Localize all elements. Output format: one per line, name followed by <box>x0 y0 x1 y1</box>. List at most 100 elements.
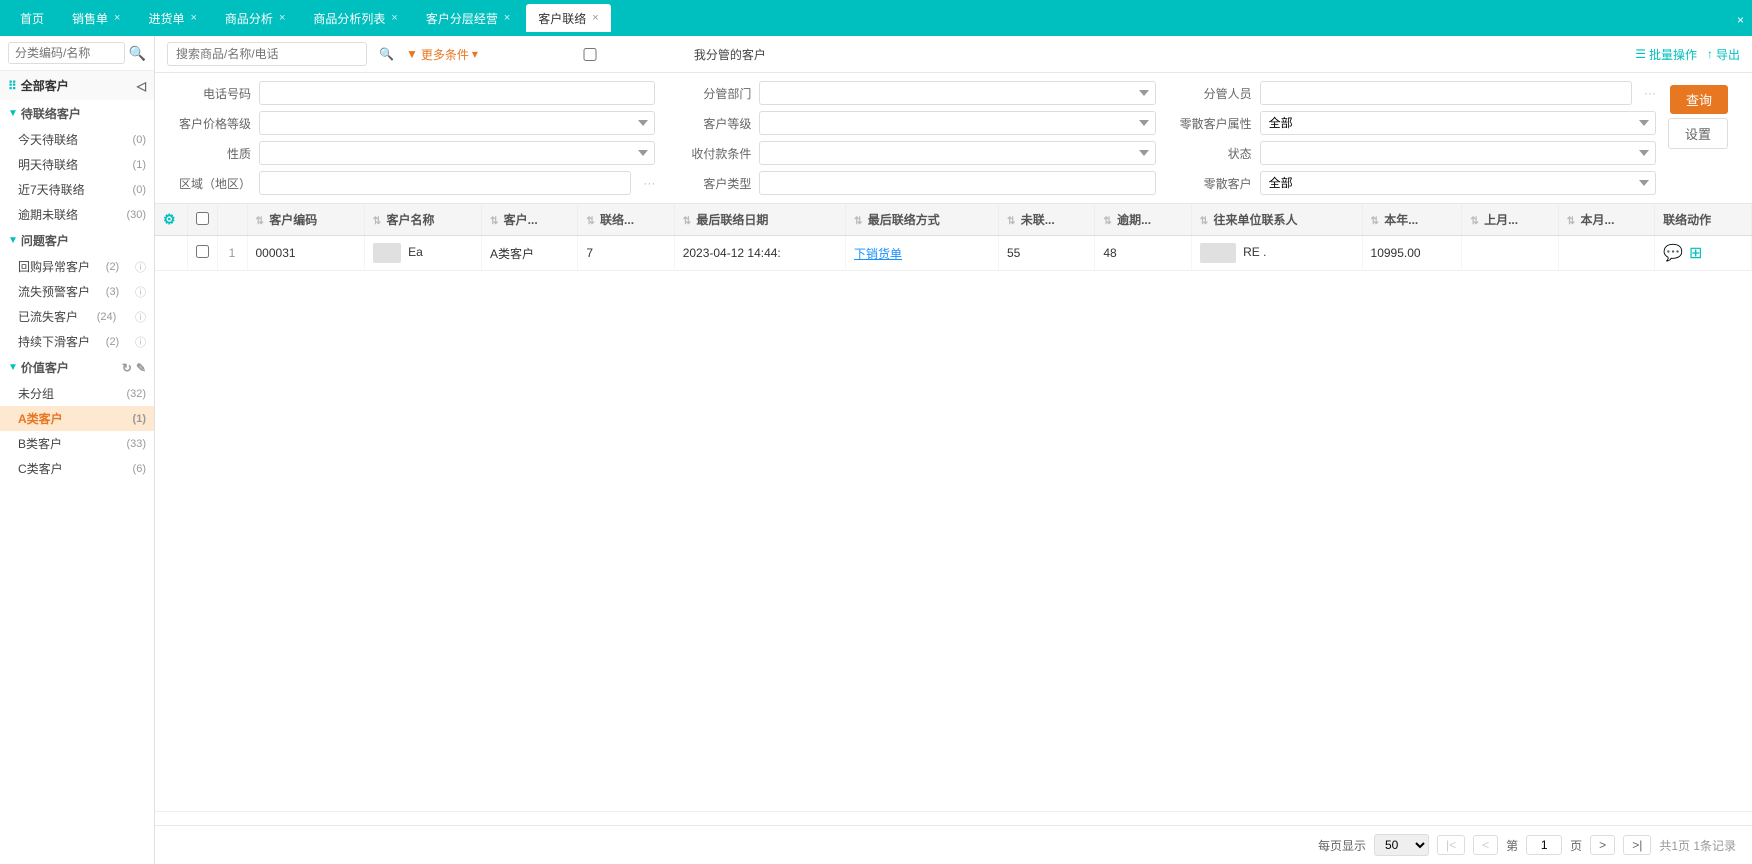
info-icon-lost[interactable]: ⓘ <box>135 309 146 325</box>
sidebar-item-c-class-label: C类客户 <box>18 460 63 477</box>
th-overdue-label: 逾期... <box>1117 213 1151 227</box>
filter-input-region[interactable] <box>259 171 631 195</box>
last-page-button[interactable]: >| <box>1623 835 1651 855</box>
sidebar-search-icon[interactable]: 🔍 <box>129 45 146 62</box>
row-name: Ea <box>408 245 423 259</box>
sidebar-item-lost[interactable]: 已流失客户 (24) ⓘ <box>0 304 154 329</box>
first-page-button[interactable]: |< <box>1437 835 1465 855</box>
h-scroll-bar[interactable] <box>155 811 1752 825</box>
sidebar-search-input[interactable] <box>8 42 125 64</box>
tab-sales-close[interactable]: × <box>114 12 120 24</box>
sidebar-item-abnormal[interactable]: 回购异常客户 (2) ⓘ <box>0 254 154 279</box>
filter-select-department[interactable] <box>759 81 1155 105</box>
info-icon-abnormal[interactable]: ⓘ <box>135 259 146 275</box>
filter-label-retail-attr: 零散客户属性 <box>1172 115 1252 132</box>
filter-select-price-level[interactable] <box>259 111 655 135</box>
sidebar-item-ungrouped[interactable]: 未分组 (32) <box>0 381 154 406</box>
th-unit-contact-label: 往来单位联系人 <box>1213 213 1297 227</box>
region-dots-icon[interactable]: ··· <box>643 176 655 190</box>
my-customers-checkbox[interactable] <box>490 48 690 61</box>
row-this-month-cell <box>1558 236 1654 271</box>
tab-goods-list[interactable]: 商品分析列表 × <box>301 4 409 32</box>
sidebar-item-a-class[interactable]: A类客户 (1) <box>0 406 154 431</box>
more-conditions-button[interactable]: ▼ 更多条件 ▾ <box>406 46 478 63</box>
row-checkbox[interactable] <box>196 245 209 258</box>
tab-goods-analysis[interactable]: 商品分析 × <box>213 4 297 32</box>
filter-bar: 🔍 ▼ 更多条件 ▾ 我分管的客户 ☰ 批量操作 ↑ <box>155 36 1752 73</box>
tab-purchase[interactable]: 进货单 × <box>136 4 208 32</box>
close-all-button[interactable]: × <box>1737 8 1744 29</box>
chat-icon[interactable]: 💬 <box>1663 243 1683 263</box>
filter-select-customer-level[interactable] <box>759 111 1155 135</box>
row-contact-cell: 7 <box>578 236 674 271</box>
info-icon-warning[interactable]: ⓘ <box>135 284 146 300</box>
close-all-icon: × <box>1737 13 1744 27</box>
sort-icon9: ⇅ <box>1200 216 1208 227</box>
filter-label-price-level: 客户价格等级 <box>171 115 251 132</box>
row-num-cell: 1 <box>217 236 247 271</box>
tab-goods-list-close[interactable]: × <box>391 12 397 24</box>
sidebar-item-overdue[interactable]: 逾期未联络 (30) <box>0 202 154 227</box>
prev-page-button[interactable]: < <box>1473 835 1498 855</box>
filter-select-retail-attr[interactable]: 全部 <box>1260 111 1656 135</box>
tab-purchase-close[interactable]: × <box>190 12 196 24</box>
table-scroll-wrapper: ⚙ ⇅ 客户编码 ⇅ 客户名 <box>155 204 1752 811</box>
all-customers-header[interactable]: ⠿ 全部客户 ◁ <box>0 71 154 100</box>
filter-select-nature[interactable] <box>259 141 655 165</box>
batch-operation-button[interactable]: ☰ 批量操作 <box>1635 46 1697 63</box>
filter-select-retail-customer[interactable]: 全部 <box>1260 171 1656 195</box>
collapse-icon[interactable]: ◁ <box>137 79 146 93</box>
row-name-cell: Ea <box>364 236 481 271</box>
page-number-input[interactable] <box>1526 835 1562 855</box>
filter-input-person[interactable] <box>1260 81 1632 105</box>
group-value-customer[interactable]: ▼ 价值客户 ↻ ✎ <box>0 354 154 381</box>
tab-customer-segment[interactable]: 客户分层经营 × <box>414 4 522 32</box>
row-last-method[interactable]: 下销货单 <box>854 247 902 261</box>
grid-action-icon[interactable]: ⊞ <box>1689 243 1702 263</box>
export-button[interactable]: ↑ 导出 <box>1707 46 1740 63</box>
filter-select-status[interactable] <box>1260 141 1656 165</box>
sidebar-item-c-class[interactable]: C类客户 (6) <box>0 456 154 481</box>
sidebar-item-week[interactable]: 近7天待联络 (0) <box>0 177 154 202</box>
sidebar-item-today-count: (0) <box>133 134 146 146</box>
sidebar-item-a-class-count: (1) <box>133 413 146 425</box>
select-all-checkbox[interactable] <box>196 212 209 225</box>
row-no-contact-cell: 55 <box>998 236 1094 271</box>
filter-input-phone[interactable] <box>259 81 655 105</box>
sidebar-item-abnormal-count: (2) <box>106 261 119 273</box>
row-overdue-cell: 48 <box>1095 236 1191 271</box>
group-problem-customer[interactable]: ▼ 问题客户 <box>0 227 154 254</box>
sidebar-item-warning[interactable]: 流失预警客户 (3) ⓘ <box>0 279 154 304</box>
group-pending-contact[interactable]: ▼ 待联络客户 <box>0 100 154 127</box>
row-code-cell: 000031 <box>247 236 364 271</box>
tab-goods-analysis-close[interactable]: × <box>279 12 285 24</box>
th-gear[interactable]: ⚙ <box>155 204 187 236</box>
filter-input-customer-type[interactable] <box>759 171 1155 195</box>
query-button[interactable]: 查询 <box>1670 85 1728 114</box>
next-page-button[interactable]: > <box>1590 835 1615 855</box>
person-dots-icon[interactable]: ··· <box>1644 86 1656 100</box>
sidebar-item-tomorrow[interactable]: 明天待联络 (1) <box>0 152 154 177</box>
sidebar-item-today[interactable]: 今天待联络 (0) <box>0 127 154 152</box>
info-icon-declining[interactable]: ⓘ <box>135 334 146 350</box>
th-last-method: ⇅ 最后联络方式 <box>846 204 999 236</box>
tab-home[interactable]: 首页 <box>8 4 56 32</box>
my-customers-checkbox-label[interactable]: 我分管的客户 <box>490 46 766 63</box>
gear-icon[interactable]: ⚙ <box>163 211 176 227</box>
filter-field-retail-attr: 零散客户属性 全部 <box>1172 111 1656 135</box>
filter-search-icon[interactable]: 🔍 <box>379 47 394 61</box>
content-inner: 🔍 ▼ 更多条件 ▾ 我分管的客户 ☰ 批量操作 ↑ <box>155 36 1752 864</box>
filter-select-payment[interactable] <box>759 141 1155 165</box>
th-no-contact-label: 未联... <box>1021 213 1055 227</box>
tab-customer-segment-close[interactable]: × <box>504 12 510 24</box>
refresh-icon[interactable]: ↻ <box>122 361 132 375</box>
tab-sales[interactable]: 销售单 × <box>60 4 132 32</box>
search-input[interactable] <box>167 42 367 66</box>
edit-icon[interactable]: ✎ <box>136 361 146 375</box>
tab-customer-contact-close[interactable]: × <box>592 12 598 24</box>
tab-customer-contact[interactable]: 客户联络 × <box>526 4 610 32</box>
settings-button[interactable]: 设置 <box>1668 118 1728 149</box>
sidebar-item-b-class[interactable]: B类客户 (33) <box>0 431 154 456</box>
sidebar-item-declining[interactable]: 持续下滑客户 (2) ⓘ <box>0 329 154 354</box>
page-size-select[interactable]: 2050100 <box>1374 834 1429 856</box>
